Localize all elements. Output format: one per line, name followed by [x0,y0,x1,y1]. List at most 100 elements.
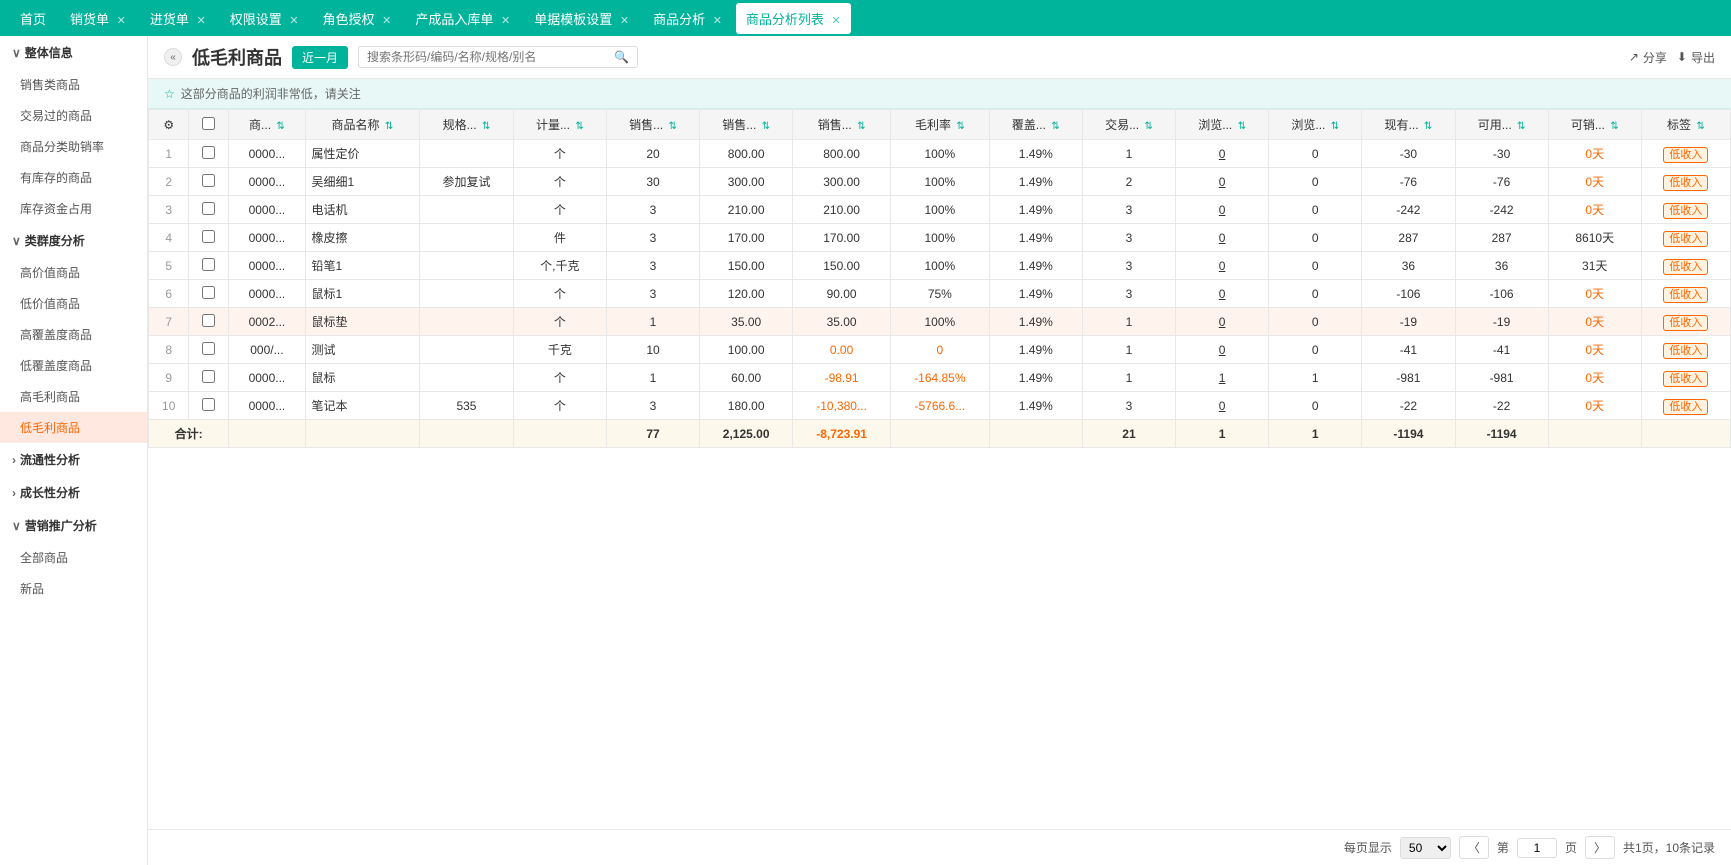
nav-item-templates[interactable]: 单据模板设置 ✕ [524,3,639,34]
nav-item-permissions[interactable]: 权限设置 ✕ [220,3,309,34]
sidebar-item-low-value[interactable]: 低价值商品 [0,288,147,319]
sidebar-item-low-margin[interactable]: 低毛利商品 [0,412,147,443]
row-check[interactable] [189,392,229,420]
row-sales-amount: 120.00 [700,280,793,308]
col-available[interactable]: 可用... ⇅ [1455,110,1548,140]
nav-item-purchase[interactable]: 进货单 ✕ [140,3,216,34]
page-size-select[interactable]: 10 20 50 100 [1400,837,1451,859]
row-checkbox[interactable] [202,202,215,215]
sidebar-item-new-goods[interactable]: 新品 [0,573,147,604]
prev-page-button[interactable]: 〈 [1459,836,1489,859]
row-browse1[interactable]: 0 [1176,392,1269,420]
col-settings[interactable]: ⚙ [149,110,189,140]
row-browse1[interactable]: 0 [1176,196,1269,224]
row-checkbox[interactable] [202,174,215,187]
table-container[interactable]: ⚙ 商... ⇅ 商品名称 ⇅ 规格... ⇅ 计量... ⇅ 销售... ⇅ … [148,109,1731,829]
search-icon[interactable]: 🔍 [614,50,629,64]
close-icon[interactable]: ✕ [382,15,391,27]
row-check[interactable] [189,364,229,392]
col-coverage[interactable]: 覆盖... ⇅ [989,110,1082,140]
nav-item-analysis-list[interactable]: 商品分析列表 ✕ [736,3,851,34]
row-check[interactable] [189,196,229,224]
row-browse1[interactable]: 0 [1176,252,1269,280]
col-tag[interactable]: 标签 ⇅ [1641,110,1730,140]
row-check[interactable] [189,308,229,336]
row-checkbox[interactable] [202,370,215,383]
sidebar-group-marketing[interactable]: ∨ 营销推广分析 [0,509,147,542]
col-unit[interactable]: 计量... ⇅ [513,110,606,140]
sort-icon: ⇅ [857,121,865,132]
row-check[interactable] [189,280,229,308]
row-checkbox[interactable] [202,398,215,411]
close-icon[interactable]: ✕ [117,15,126,27]
sidebar-item-stocked-goods[interactable]: 有库存的商品 [0,162,147,193]
col-spec[interactable]: 规格... ⇅ [420,110,514,140]
row-checkbox[interactable] [202,342,215,355]
sidebar-group-circulation[interactable]: › 流通性分析 [0,443,147,476]
sidebar-item-low-coverage[interactable]: 低覆盖度商品 [0,350,147,381]
sidebar-group-overall[interactable]: ∨ 整体信息 [0,36,147,69]
close-icon[interactable]: ✕ [620,15,629,27]
row-check[interactable] [189,224,229,252]
close-icon[interactable]: ✕ [832,15,841,27]
row-checkbox[interactable] [202,314,215,327]
chevron-down-icon: ∨ [12,46,21,60]
nav-item-products[interactable]: 产成品入库单 ✕ [405,3,520,34]
col-sales-qty[interactable]: 销售... ⇅ [606,110,699,140]
sidebar-item-high-value[interactable]: 高价值商品 [0,257,147,288]
nav-item-sales[interactable]: 销货单 ✕ [60,3,136,34]
close-icon[interactable]: ✕ [713,15,722,27]
sidebar-item-stock-funds[interactable]: 库存资金占用 [0,193,147,224]
col-browse1[interactable]: 浏览... ⇅ [1176,110,1269,140]
row-checkbox[interactable] [202,258,215,271]
table-row: 3 0000... 电话机 个 3 210.00 210.00 100% 1.4… [149,196,1731,224]
col-sales-amount[interactable]: 销售... ⇅ [700,110,793,140]
tag-badge: 低收入 [1663,147,1708,163]
row-browse1[interactable]: 0 [1176,140,1269,168]
row-checkbox[interactable] [202,146,215,159]
col-gross-rate[interactable]: 毛利率 ⇅ [890,110,989,140]
row-check[interactable] [189,140,229,168]
nav-item-home[interactable]: 首页 [10,3,56,34]
col-browse2[interactable]: 浏览... ⇅ [1269,110,1362,140]
row-browse1[interactable]: 0 [1176,308,1269,336]
share-button[interactable]: ↗ 分享 [1629,49,1667,66]
sidebar-item-category-rate[interactable]: 商品分类助销率 [0,131,147,162]
col-check[interactable] [189,110,229,140]
col-code[interactable]: 商... ⇅ [229,110,305,140]
sidebar-item-all-goods[interactable]: 全部商品 [0,542,147,573]
col-saleable[interactable]: 可销... ⇅ [1548,110,1641,140]
sidebar-item-high-coverage[interactable]: 高覆盖度商品 [0,319,147,350]
row-checkbox[interactable] [202,286,215,299]
nav-item-analysis[interactable]: 商品分析 ✕ [643,3,732,34]
row-browse1[interactable]: 0 [1176,280,1269,308]
select-all-checkbox[interactable] [202,117,215,130]
row-check[interactable] [189,252,229,280]
sidebar-item-high-margin[interactable]: 高毛利商品 [0,381,147,412]
row-check[interactable] [189,336,229,364]
next-page-button[interactable]: 〉 [1585,836,1615,859]
row-browse1[interactable]: 0 [1176,224,1269,252]
row-browse1[interactable]: 1 [1176,364,1269,392]
row-check[interactable] [189,168,229,196]
col-name[interactable]: 商品名称 ⇅ [305,110,420,140]
sidebar-item-sales-goods[interactable]: 销售类商品 [0,69,147,100]
sidebar-group-growth[interactable]: › 成长性分析 [0,476,147,509]
col-sales-profit[interactable]: 销售... ⇅ [793,110,891,140]
nav-item-roles[interactable]: 角色授权 ✕ [313,3,402,34]
search-input[interactable] [367,50,614,64]
close-icon[interactable]: ✕ [289,15,298,27]
col-transaction[interactable]: 交易... ⇅ [1082,110,1175,140]
close-icon[interactable]: ✕ [196,15,205,27]
row-browse1[interactable]: 0 [1176,336,1269,364]
close-icon[interactable]: ✕ [501,15,510,27]
filter-recent-month-button[interactable]: 近一月 [292,46,348,69]
sidebar-group-cluster[interactable]: ∨ 类群度分析 [0,224,147,257]
col-current-stock[interactable]: 现有... ⇅ [1362,110,1455,140]
page-number-input[interactable] [1517,838,1557,858]
export-button[interactable]: ⬇ 导出 [1677,49,1715,66]
sidebar-item-traded-goods[interactable]: 交易过的商品 [0,100,147,131]
collapse-sidebar-button[interactable]: « [164,48,182,66]
row-browse1[interactable]: 0 [1176,168,1269,196]
row-checkbox[interactable] [202,230,215,243]
